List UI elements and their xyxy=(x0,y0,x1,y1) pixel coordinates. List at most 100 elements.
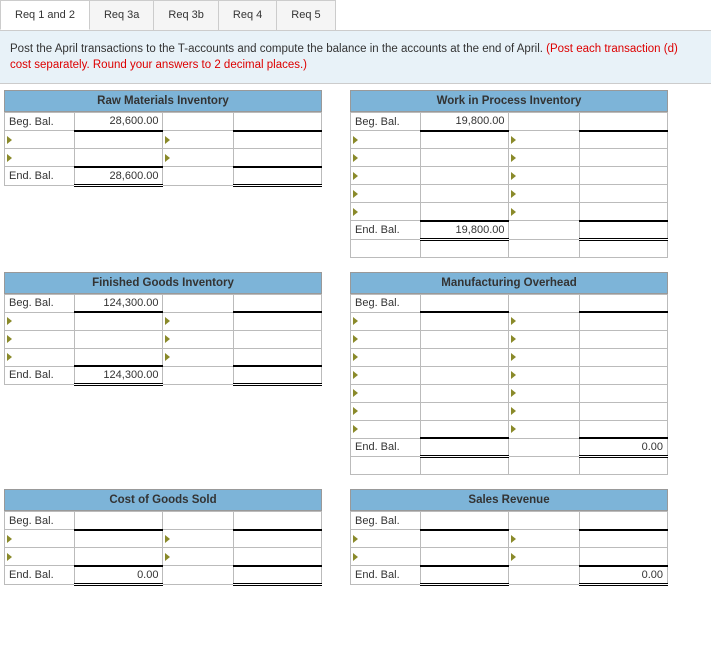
entry-cell[interactable] xyxy=(5,330,75,348)
entry-cell[interactable] xyxy=(579,185,667,203)
entry-cell[interactable] xyxy=(509,420,579,438)
cell[interactable] xyxy=(509,113,579,131)
entry-cell[interactable] xyxy=(233,530,321,548)
entry-cell[interactable] xyxy=(351,402,421,420)
cell[interactable] xyxy=(579,457,667,475)
entry-cell[interactable] xyxy=(351,330,421,348)
entry-cell[interactable] xyxy=(509,185,579,203)
cell[interactable] xyxy=(163,167,233,186)
entry-cell[interactable] xyxy=(351,366,421,384)
entry-cell[interactable] xyxy=(509,366,579,384)
cell[interactable] xyxy=(579,294,667,312)
entry-cell[interactable] xyxy=(351,149,421,167)
entry-cell[interactable] xyxy=(351,548,421,566)
entry-cell[interactable] xyxy=(509,402,579,420)
cell[interactable] xyxy=(509,221,579,240)
tab-req-1-2[interactable]: Req 1 and 2 xyxy=(0,0,90,30)
entry-cell[interactable] xyxy=(579,420,667,438)
entry-cell[interactable] xyxy=(421,420,509,438)
entry-cell[interactable] xyxy=(5,131,75,149)
entry-cell[interactable] xyxy=(233,131,321,149)
tab-req-3b[interactable]: Req 3b xyxy=(153,0,218,30)
cell[interactable] xyxy=(579,512,667,530)
entry-cell[interactable] xyxy=(163,330,233,348)
entry-cell[interactable] xyxy=(75,330,163,348)
entry-cell[interactable] xyxy=(509,530,579,548)
entry-cell[interactable] xyxy=(233,312,321,330)
entry-cell[interactable] xyxy=(351,185,421,203)
entry-cell[interactable] xyxy=(421,149,509,167)
entry-cell[interactable] xyxy=(421,185,509,203)
cell[interactable] xyxy=(509,512,579,530)
cell[interactable] xyxy=(233,167,321,186)
cell[interactable] xyxy=(233,294,321,312)
cell[interactable] xyxy=(421,457,509,475)
entry-cell[interactable] xyxy=(579,348,667,366)
entry-cell[interactable] xyxy=(5,548,75,566)
entry-cell[interactable] xyxy=(163,131,233,149)
entry-cell[interactable] xyxy=(579,149,667,167)
entry-cell[interactable] xyxy=(351,203,421,221)
entry-cell[interactable] xyxy=(421,312,509,330)
entry-cell[interactable] xyxy=(509,131,579,149)
cell[interactable] xyxy=(351,239,421,257)
entry-cell[interactable] xyxy=(579,548,667,566)
entry-cell[interactable] xyxy=(233,348,321,366)
entry-cell[interactable] xyxy=(75,548,163,566)
entry-cell[interactable] xyxy=(509,330,579,348)
entry-cell[interactable] xyxy=(163,348,233,366)
entry-cell[interactable] xyxy=(509,149,579,167)
entry-cell[interactable] xyxy=(233,330,321,348)
cell[interactable] xyxy=(421,566,509,585)
cell[interactable] xyxy=(233,366,321,385)
entry-cell[interactable] xyxy=(421,348,509,366)
entry-cell[interactable] xyxy=(75,131,163,149)
entry-cell[interactable] xyxy=(509,312,579,330)
cell[interactable] xyxy=(509,457,579,475)
entry-cell[interactable] xyxy=(351,420,421,438)
entry-cell[interactable] xyxy=(351,384,421,402)
cell[interactable] xyxy=(579,113,667,131)
entry-cell[interactable] xyxy=(233,149,321,167)
entry-cell[interactable] xyxy=(421,167,509,185)
entry-cell[interactable] xyxy=(351,530,421,548)
cell[interactable] xyxy=(421,438,509,457)
cell[interactable] xyxy=(579,221,667,240)
cell[interactable] xyxy=(579,239,667,257)
entry-cell[interactable] xyxy=(579,167,667,185)
entry-cell[interactable] xyxy=(163,312,233,330)
cell[interactable] xyxy=(163,366,233,385)
cell[interactable] xyxy=(509,438,579,457)
entry-cell[interactable] xyxy=(351,131,421,149)
entry-cell[interactable] xyxy=(163,149,233,167)
entry-cell[interactable] xyxy=(75,348,163,366)
cell[interactable] xyxy=(421,239,509,257)
entry-cell[interactable] xyxy=(579,366,667,384)
cell[interactable] xyxy=(509,566,579,585)
entry-cell[interactable] xyxy=(509,548,579,566)
cell[interactable] xyxy=(233,113,321,131)
entry-cell[interactable] xyxy=(509,167,579,185)
cell[interactable] xyxy=(509,239,579,257)
entry-cell[interactable] xyxy=(75,149,163,167)
entry-cell[interactable] xyxy=(421,330,509,348)
entry-cell[interactable] xyxy=(351,312,421,330)
entry-cell[interactable] xyxy=(351,167,421,185)
entry-cell[interactable] xyxy=(421,384,509,402)
tab-req-4[interactable]: Req 4 xyxy=(218,0,277,30)
cell[interactable] xyxy=(163,566,233,585)
entry-cell[interactable] xyxy=(579,384,667,402)
entry-cell[interactable] xyxy=(5,530,75,548)
entry-cell[interactable] xyxy=(5,348,75,366)
entry-cell[interactable] xyxy=(579,203,667,221)
entry-cell[interactable] xyxy=(509,348,579,366)
entry-cell[interactable] xyxy=(421,530,509,548)
cell[interactable] xyxy=(163,512,233,530)
entry-cell[interactable] xyxy=(75,312,163,330)
cell[interactable] xyxy=(163,113,233,131)
cell[interactable] xyxy=(233,566,321,585)
entry-cell[interactable] xyxy=(421,366,509,384)
entry-cell[interactable] xyxy=(233,548,321,566)
entry-cell[interactable] xyxy=(579,402,667,420)
entry-cell[interactable] xyxy=(75,530,163,548)
